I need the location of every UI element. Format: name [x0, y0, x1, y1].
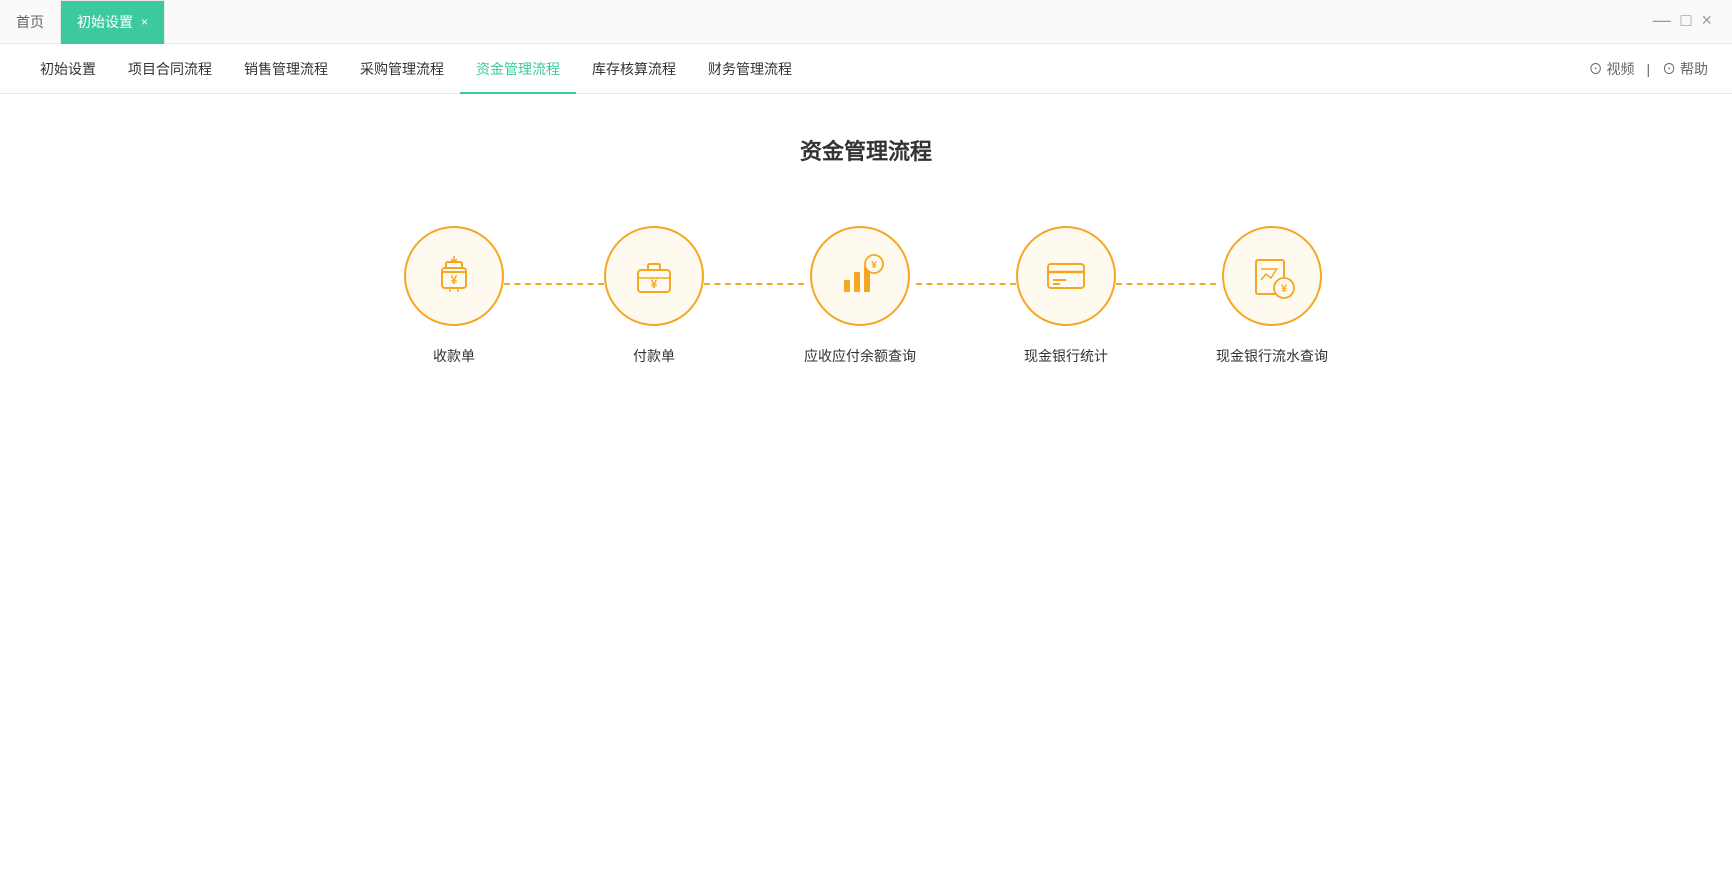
- payment-icon: ¥: [628, 250, 680, 302]
- flow-circle-cash-flow: ¥: [1222, 226, 1322, 326]
- minimize-button[interactable]: —: [1653, 10, 1671, 31]
- page-title: 资金管理流程: [800, 134, 932, 166]
- close-button[interactable]: ×: [1701, 10, 1712, 31]
- flow-circle-cash-bank: [1016, 226, 1116, 326]
- video-link[interactable]: ⊙ 视频: [1589, 59, 1635, 79]
- flow-circle-receipt: ¥: [404, 226, 504, 326]
- secondary-nav: 初始设置 项目合同流程 销售管理流程 采购管理流程 资金管理流程 库存核算流程 …: [0, 44, 1732, 94]
- svg-text:¥: ¥: [451, 273, 458, 287]
- flow-item-cash-flow[interactable]: ¥ 现金银行流水查询: [1216, 226, 1328, 366]
- cash-bank-icon: [1040, 250, 1092, 302]
- nav-item-capital[interactable]: 资金管理流程: [460, 44, 576, 94]
- nav-item-sales[interactable]: 销售管理流程: [228, 44, 344, 94]
- flow-label-cash-bank: 现金银行统计: [1024, 346, 1108, 366]
- maximize-button[interactable]: □: [1681, 10, 1692, 31]
- flow-item-payment[interactable]: ¥ 付款单: [604, 226, 704, 366]
- flow-label-payment: 付款单: [633, 346, 675, 366]
- close-tab-icon[interactable]: ×: [141, 15, 148, 29]
- connector-2: [704, 283, 804, 309]
- nav-item-project[interactable]: 项目合同流程: [112, 44, 228, 94]
- top-bar: 首页 初始设置 ×: [0, 0, 1732, 44]
- balance-icon: ¥: [834, 250, 886, 302]
- flow-container: ¥ 收款单 ¥ 付款单: [404, 226, 1328, 366]
- svg-text:¥: ¥: [651, 277, 658, 291]
- main-content: 资金管理流程 ¥ 收款单: [0, 94, 1732, 406]
- nav-right: ⊙ 视频 | ⊙ 帮助: [1589, 59, 1708, 79]
- active-tab[interactable]: 初始设置 ×: [60, 0, 165, 44]
- connector-1: [504, 283, 604, 309]
- flow-item-cash-bank[interactable]: 现金银行统计: [1016, 226, 1116, 366]
- help-link[interactable]: ⊙ 帮助: [1662, 59, 1708, 79]
- svg-text:¥: ¥: [871, 260, 877, 271]
- connector-4: [1116, 283, 1216, 309]
- flow-item-balance[interactable]: ¥ 应收应付余额查询: [804, 226, 916, 366]
- nav-item-finance[interactable]: 财务管理流程: [692, 44, 808, 94]
- nav-item-initial[interactable]: 初始设置: [24, 44, 112, 94]
- receipt-icon: ¥: [428, 250, 480, 302]
- flow-label-receipt: 收款单: [433, 346, 475, 366]
- active-tab-label: 初始设置: [77, 12, 133, 32]
- flow-item-receipt[interactable]: ¥ 收款单: [404, 226, 504, 366]
- window-controls: — □ ×: [1653, 10, 1712, 31]
- nav-item-purchase[interactable]: 采购管理流程: [344, 44, 460, 94]
- divider: |: [1646, 61, 1650, 77]
- home-tab[interactable]: 首页: [0, 0, 60, 44]
- cash-flow-icon: ¥: [1246, 250, 1298, 302]
- nav-item-inventory[interactable]: 库存核算流程: [576, 44, 692, 94]
- flow-circle-balance: ¥: [810, 226, 910, 326]
- flow-label-balance: 应收应付余额查询: [804, 346, 916, 366]
- flow-circle-payment: ¥: [604, 226, 704, 326]
- svg-text:¥: ¥: [1281, 283, 1288, 295]
- flow-label-cash-flow: 现金银行流水查询: [1216, 346, 1328, 366]
- connector-3: [916, 283, 1016, 309]
